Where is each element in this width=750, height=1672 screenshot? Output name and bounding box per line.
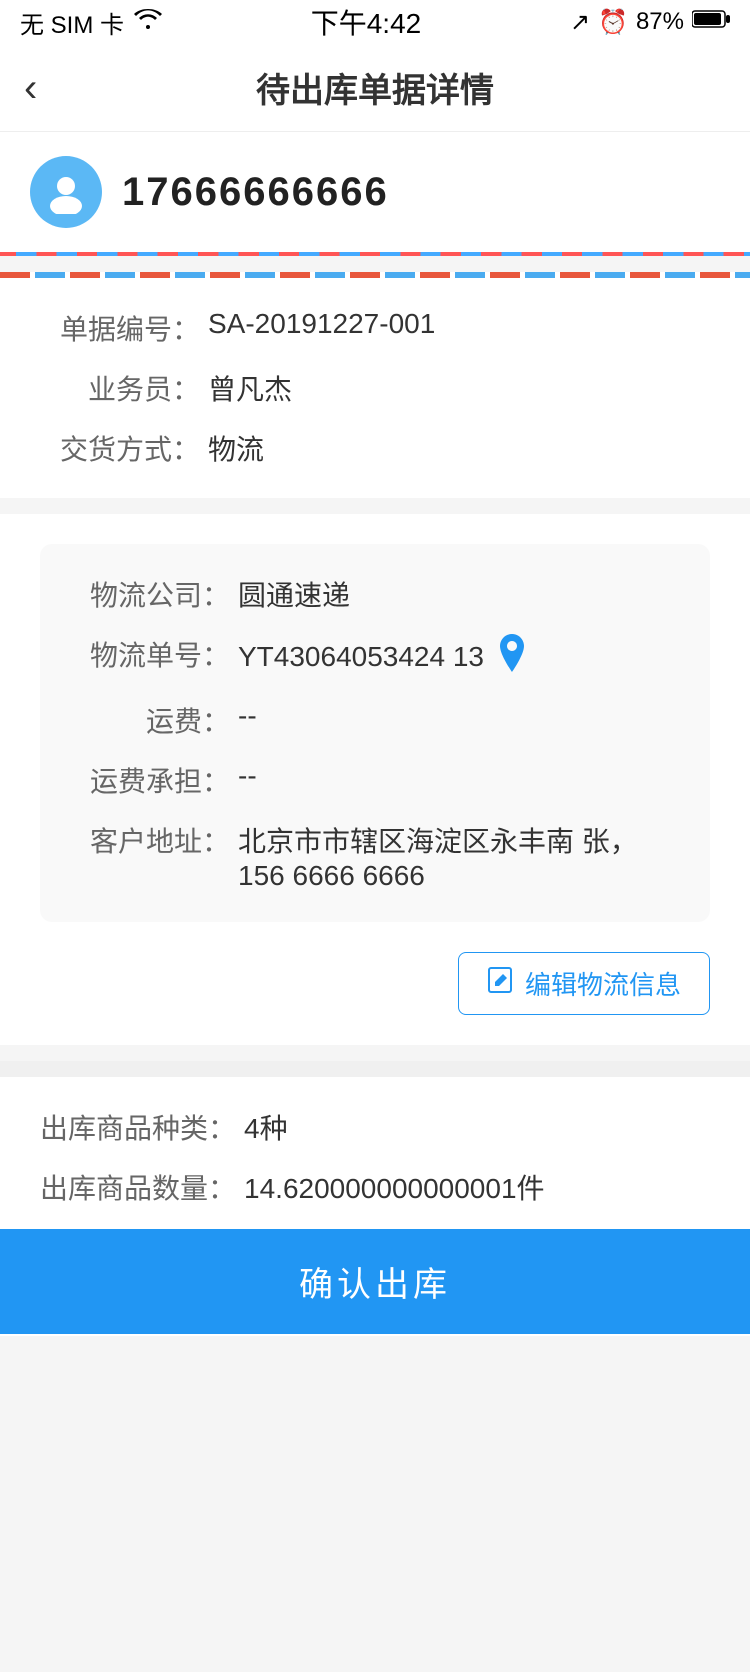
edit-icon (487, 966, 515, 1001)
confirm-btn-area: 确认出库 (0, 1229, 750, 1334)
logistics-section: 物流公司： 圆通速递 物流单号： YT43064053424 13 运费： -- (0, 514, 750, 1045)
address-row: 客户地址： 北京市市辖区海淀区永丰南 张，156 6666 6666 (70, 820, 680, 892)
order-info-section: 单据编号： SA-20191227-001 业务员： 曾凡杰 交货方式： 物流 (0, 278, 750, 498)
delivery-label: 交货方式： (40, 428, 200, 468)
alarm-icon: ⏰ (598, 8, 628, 37)
goods-types-label: 出库商品种类： (40, 1107, 236, 1147)
edit-logistics-button[interactable]: 编辑物流信息 (458, 952, 710, 1015)
avatar (30, 156, 102, 228)
tracking-value-wrap: YT43064053424 13 (238, 634, 680, 680)
delivery-row: 交货方式： 物流 (40, 428, 710, 468)
customer-phone: 17666666666 (122, 170, 389, 215)
logistics-company-value: 圆通速递 (238, 574, 680, 614)
edit-logistics-label: 编辑物流信息 (525, 965, 681, 1002)
tracking-row: 物流单号： YT43064053424 13 (70, 634, 680, 680)
goods-quantity-label: 出库商品数量： (40, 1167, 236, 1207)
logistics-card: 物流公司： 圆通速递 物流单号： YT43064053424 13 运费： -- (40, 544, 710, 922)
bottom-padding (0, 1352, 750, 1552)
order-number-value: SA-20191227-001 (208, 308, 710, 340)
confirm-button[interactable]: 确认出库 (299, 1257, 451, 1306)
freight-value: -- (238, 700, 680, 732)
status-bar: 无 SIM 卡 下午4:42 ↗ ⏰ 87% (0, 0, 750, 44)
logistics-company-label: 物流公司： (70, 574, 230, 614)
customer-header: 17666666666 (0, 132, 750, 256)
freight-row: 运费： -- (70, 700, 680, 740)
address-label: 客户地址： (70, 820, 230, 860)
staff-value: 曾凡杰 (208, 368, 710, 408)
freight-label: 运费： (70, 700, 230, 740)
goods-types-value: 4种 (244, 1107, 710, 1147)
carrier-label: 无 SIM 卡 (20, 5, 124, 40)
section-separator (0, 1061, 750, 1077)
freight-bear-value: -- (238, 760, 680, 792)
page-title: 待出库单据详情 (256, 63, 494, 112)
staff-row: 业务员： 曾凡杰 (40, 368, 710, 408)
status-bar-left: 无 SIM 卡 (20, 5, 162, 40)
goods-quantity-row: 出库商品数量： 14.620000000000001件 (40, 1167, 710, 1207)
address-value: 北京市市辖区海淀区永丰南 张，156 6666 6666 (238, 820, 680, 892)
user-icon (44, 170, 88, 214)
nav-bar: ‹ 待出库单据详情 (0, 44, 750, 132)
edit-logistics-btn-wrap: 编辑物流信息 (40, 942, 710, 1015)
freight-bear-label: 运费承担： (70, 760, 230, 800)
delivery-value: 物流 (208, 428, 710, 468)
order-number-row: 单据编号： SA-20191227-001 (40, 308, 710, 348)
freight-bear-row: 运费承担： -- (70, 760, 680, 800)
battery-percent: 87% (636, 8, 684, 36)
goods-types-row: 出库商品种类： 4种 (40, 1107, 710, 1147)
battery-icon (692, 8, 730, 36)
status-bar-time: 下午4:42 (311, 2, 422, 42)
order-number-label: 单据编号： (40, 308, 200, 348)
location-status-icon: ↗ (570, 8, 590, 37)
location-pin-icon[interactable] (496, 634, 528, 680)
tracking-label: 物流单号： (70, 634, 230, 674)
back-button[interactable]: ‹ (24, 68, 37, 108)
goods-quantity-value: 14.620000000000001件 (244, 1167, 710, 1207)
wifi-icon (134, 8, 162, 36)
staff-label: 业务员： (40, 368, 200, 408)
status-bar-right: ↗ ⏰ 87% (570, 8, 730, 37)
logistics-company-row: 物流公司： 圆通速递 (70, 574, 680, 614)
tracking-number: YT43064053424 13 (238, 641, 484, 673)
